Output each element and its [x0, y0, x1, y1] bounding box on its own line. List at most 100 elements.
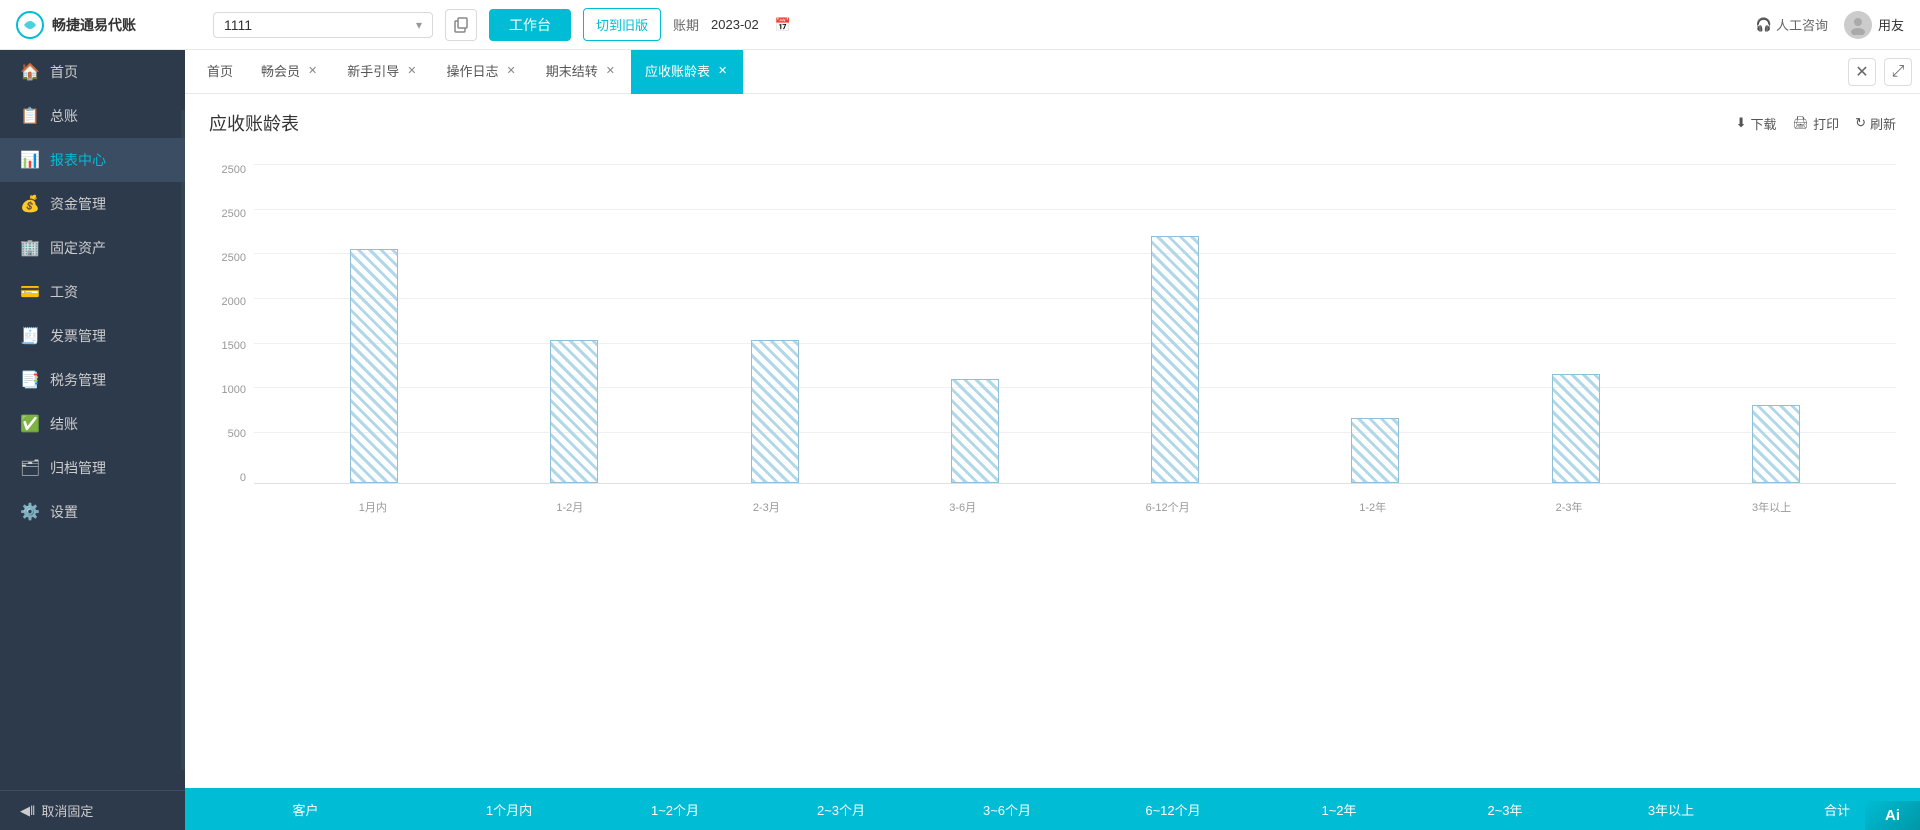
nav-label: 工资: [50, 282, 78, 302]
nav-icon: 🧾: [20, 326, 40, 346]
page-actions: ⬇ 下载 🖨 打印 ↻ 刷新: [1736, 114, 1896, 133]
chevron-down-icon: ▾: [416, 18, 422, 32]
bar-group: [951, 379, 999, 483]
sidebar-item-总账[interactable]: 📋 总账: [0, 94, 185, 138]
x-axis-label: 6-12个月: [1146, 499, 1190, 515]
nav-icon: 📑: [20, 370, 40, 390]
y-axis-label: 2000: [222, 296, 246, 308]
print-label: 打印: [1813, 114, 1839, 133]
sidebar-item-发票管理[interactable]: 🧾 发票管理: [0, 314, 185, 358]
sidebar-item-资金管理[interactable]: 💰 资金管理: [0, 182, 185, 226]
page-header: 应收账龄表 ⬇ 下载 🖨 打印 ↻ 刷新: [185, 94, 1920, 144]
nav-label: 结账: [50, 414, 78, 434]
expand-tab-button[interactable]: ⤢: [1884, 58, 1912, 86]
copy-button[interactable]: [445, 9, 477, 41]
sidebar-item-税务管理[interactable]: 📑 税务管理: [0, 358, 185, 402]
table-header-cell: 2~3个月: [758, 800, 924, 819]
unpin-label: 取消固定: [41, 801, 93, 820]
consult-button[interactable]: 🎧 人工咨询: [1756, 15, 1828, 34]
sidebar-footer[interactable]: ◀‖ 取消固定: [0, 790, 185, 830]
user-avatar-icon: [1848, 15, 1868, 35]
bars-row: [254, 164, 1896, 483]
table-header-cell: 1~2年: [1256, 800, 1422, 819]
tab-close-icon[interactable]: ✕: [604, 64, 617, 77]
y-axis-label: 1000: [222, 384, 246, 396]
y-axis-label: 2500: [222, 208, 246, 220]
content-area: 首页畅会员✕新手引导✕操作日志✕期末结转✕应收账龄表✕ ✕ ⤢ 应收账龄表 ⬇ …: [185, 50, 1920, 830]
tab-label: 期末结转: [546, 61, 598, 80]
y-axis-label: 500: [228, 428, 246, 440]
sidebar-item-首页[interactable]: 🏠 首页: [0, 50, 185, 94]
close-tab-button[interactable]: ✕: [1848, 58, 1876, 86]
x-axis-label: 1月内: [359, 499, 387, 515]
download-button[interactable]: ⬇ 下载: [1736, 114, 1777, 133]
chart-y-axis: 2500250025002000150010005000: [209, 164, 254, 484]
tab-畅会员[interactable]: 畅会员 ✕: [247, 50, 333, 94]
top-header: 畅捷通易代账 1111 ▾ 工作台 切到旧版 账期 2023-02 📅 🎧 人工…: [0, 0, 1920, 50]
user-name: 用友: [1878, 15, 1904, 34]
company-selector[interactable]: 1111 ▾: [213, 12, 433, 38]
sidebar: 🏠 首页 📋 总账 📊 报表中心 💰 资金管理 🏢 固定资产 💳 工资 🧾 发票…: [0, 50, 185, 830]
tab-首页[interactable]: 首页: [193, 50, 247, 94]
calendar-icon[interactable]: 📅: [775, 17, 791, 33]
sidebar-item-工资[interactable]: 💳 工资: [0, 270, 185, 314]
workspace-button[interactable]: 工作台: [489, 9, 571, 41]
tab-新手引导[interactable]: 新手引导 ✕: [333, 50, 432, 94]
main-layout: 🏠 首页 📋 总账 📊 报表中心 💰 资金管理 🏢 固定资产 💳 工资 🧾 发票…: [0, 50, 1920, 830]
download-label: 下载: [1751, 114, 1777, 133]
nav-icon: ⚙️: [20, 502, 40, 522]
tab-label: 畅会员: [261, 61, 300, 80]
nav-icon: 🗂: [20, 458, 40, 478]
nav-icon: 📋: [20, 106, 40, 126]
nav-label: 固定资产: [50, 238, 106, 258]
bar-group: [1752, 405, 1800, 483]
refresh-button[interactable]: ↻ 刷新: [1855, 114, 1896, 133]
bar: [350, 249, 398, 483]
nav-icon: ✅: [20, 414, 40, 434]
bar-group: [1552, 374, 1600, 483]
y-axis-label: 0: [240, 472, 246, 484]
tab-close-icon[interactable]: ✕: [716, 64, 729, 77]
bar: [550, 340, 598, 483]
print-button[interactable]: 🖨 打印: [1793, 114, 1840, 133]
avatar: [1844, 11, 1872, 39]
tab-close-icon[interactable]: ✕: [505, 64, 518, 77]
nav-label: 设置: [50, 502, 78, 522]
consult-label: 人工咨询: [1776, 15, 1828, 34]
page-title: 应收账龄表: [209, 110, 299, 136]
tab-期末结转[interactable]: 期末结转 ✕: [532, 50, 631, 94]
sidebar-item-归档管理[interactable]: 🗂 归档管理: [0, 446, 185, 490]
user-info[interactable]: 用友: [1844, 11, 1904, 39]
nav-label: 税务管理: [50, 370, 106, 390]
bar-group: [550, 340, 598, 483]
nav-label: 总账: [50, 106, 78, 126]
tab-应收账龄表[interactable]: 应收账龄表✕: [631, 50, 743, 94]
refresh-icon: ↻: [1855, 115, 1866, 131]
chart-x-axis: 1月内1-2月2-3月3-6月6-12个月1-2年2-3年3年以上: [254, 484, 1896, 524]
tabs-bar: 首页畅会员✕新手引导✕操作日志✕期末结转✕应收账龄表✕ ✕ ⤢: [185, 50, 1920, 94]
table-header-cell: 1~2个月: [592, 800, 758, 819]
tab-close-icon[interactable]: ✕: [405, 64, 418, 77]
table-header-cell: 1个月内: [426, 800, 592, 819]
sidebar-item-报表中心[interactable]: 📊 报表中心: [0, 138, 185, 182]
nav-label: 报表中心: [50, 150, 106, 170]
ai-badge[interactable]: Ai: [1865, 801, 1920, 830]
y-axis-label: 1500: [222, 340, 246, 352]
sidebar-scrollbar: [181, 110, 185, 770]
chart-container: 2500250025002000150010005000: [185, 144, 1920, 788]
sidebar-item-结账[interactable]: ✅ 结账: [0, 402, 185, 446]
sidebar-item-设置[interactable]: ⚙️ 设置: [0, 490, 185, 534]
tab-label: 新手引导: [347, 61, 399, 80]
table-header-cell: 客户: [185, 800, 426, 819]
tab-操作日志[interactable]: 操作日志✕: [432, 50, 531, 94]
nav-label: 资金管理: [50, 194, 106, 214]
sidebar-item-固定资产[interactable]: 🏢 固定资产: [0, 226, 185, 270]
switch-version-button[interactable]: 切到旧版: [583, 8, 661, 41]
y-axis-label: 2500: [222, 164, 246, 176]
x-axis-label: 1-2月: [556, 499, 583, 515]
chart-drawing-area: [254, 164, 1896, 484]
tab-close-icon[interactable]: ✕: [306, 64, 319, 77]
tab-label: 首页: [207, 61, 233, 80]
x-axis-label: 3-6月: [949, 499, 976, 515]
bar-group: [751, 340, 799, 483]
